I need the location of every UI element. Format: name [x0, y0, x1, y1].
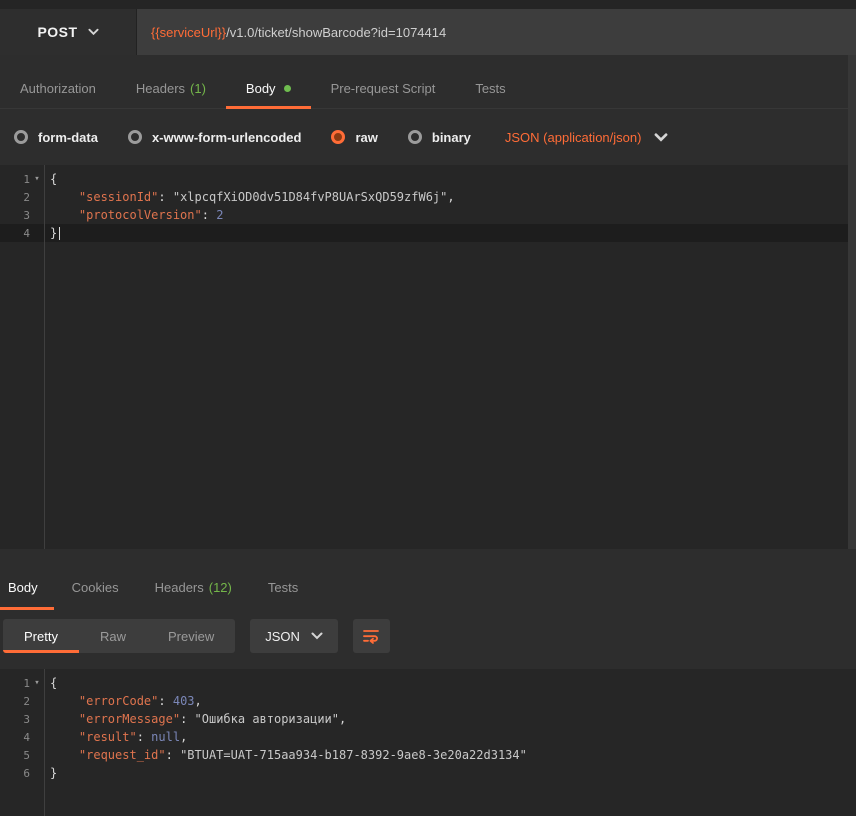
- request-tabs: Authorization Headers (1) Body Pre-reques…: [0, 69, 856, 109]
- radio-label: form-data: [38, 129, 98, 145]
- radio-form-data[interactable]: form-data: [14, 130, 98, 145]
- tab-label: Pre-request Script: [330, 81, 436, 96]
- code-line: "result": null,: [78, 730, 188, 744]
- wrap-text-icon: [363, 629, 380, 644]
- preview-button[interactable]: Preview: [147, 619, 235, 653]
- tab-response-body[interactable]: Body: [0, 565, 54, 610]
- radio-label: raw: [355, 129, 378, 145]
- request-panel-scrollbar[interactable]: [848, 55, 856, 549]
- language-label: JSON: [265, 628, 300, 644]
- editor-gutter: 1 ▾ 2 3 4 5 6: [0, 669, 45, 816]
- code-line: {: [50, 676, 58, 690]
- line-number: 5: [23, 748, 30, 762]
- raw-button[interactable]: Raw: [79, 619, 147, 653]
- radio-binary[interactable]: binary: [407, 129, 471, 145]
- content-type-label: JSON (application/json): [504, 129, 642, 145]
- tab-label: Tests: [475, 81, 506, 96]
- radio-selected-icon: [331, 130, 346, 144]
- radio-icon: [407, 130, 422, 144]
- window-top-edge: [0, 0, 856, 9]
- line-number: 3: [23, 712, 30, 726]
- response-tabs: Body Cookies Headers (12) Tests: [0, 565, 856, 610]
- code-line: }: [45, 224, 856, 242]
- line-number: 2: [23, 694, 30, 708]
- line-number: 6: [23, 766, 30, 780]
- line-number: 1 ▾: [0, 674, 44, 692]
- tab-headers[interactable]: Headers (1): [116, 69, 226, 108]
- response-view-controls: Pretty Raw Preview JSON: [3, 619, 856, 653]
- tab-response-headers[interactable]: Headers (12): [137, 565, 250, 609]
- request-body-editor[interactable]: 1 ▾ 2 3 4 { "sessionId": "xlpcqfXiOD0dv51D84…: [0, 165, 856, 549]
- request-url-bar: POST {{serviceUrl}}/v1.0/ticket/showBarc…: [0, 9, 856, 55]
- button-label: Pretty: [24, 628, 58, 644]
- tab-label: Tests: [267, 579, 299, 595]
- line-number: 1 ▾: [0, 170, 44, 188]
- url-input[interactable]: {{serviceUrl}}/v1.0/ticket/showBarcode?i…: [137, 9, 856, 55]
- radio-label: binary: [431, 129, 471, 145]
- tab-label: Authorization: [20, 81, 96, 96]
- response-headers-count-badge: (12): [208, 579, 232, 595]
- tab-body[interactable]: Body: [225, 69, 311, 109]
- body-active-dot-icon: [283, 85, 291, 92]
- radio-raw[interactable]: raw: [331, 129, 378, 145]
- radio-icon: [14, 130, 28, 144]
- radio-icon: [127, 130, 142, 144]
- tab-label: Body: [8, 579, 38, 595]
- code-line: "request_id": "BTUAT=UAT-715aa934-b187-8…: [78, 748, 527, 762]
- tab-response-cookies[interactable]: Cookies: [54, 565, 137, 609]
- button-label: Raw: [99, 628, 126, 644]
- line-number: 2: [23, 190, 30, 204]
- radio-x-www-form-urlencoded[interactable]: x-www-form-urlencoded: [127, 129, 302, 145]
- code-line: "errorMessage": "Ошибка авторизации",: [78, 712, 347, 726]
- content-type-dropdown[interactable]: JSON (application/json): [505, 130, 669, 145]
- headers-count-badge: (1): [190, 81, 206, 96]
- button-label: Preview: [167, 628, 215, 644]
- radio-label: x-www-form-urlencoded: [151, 129, 302, 145]
- response-language-dropdown[interactable]: JSON: [250, 619, 338, 653]
- chevron-down-icon: [88, 28, 99, 36]
- method-label: POST: [37, 24, 78, 40]
- method-select[interactable]: POST: [0, 9, 137, 55]
- tab-response-tests[interactable]: Tests: [250, 565, 316, 609]
- line-number: 4: [0, 224, 44, 242]
- tab-label: Body: [245, 81, 276, 96]
- fold-caret-icon[interactable]: ▾: [30, 174, 44, 184]
- tab-tests[interactable]: Tests: [455, 69, 525, 108]
- tab-label: Cookies: [71, 579, 119, 595]
- url-environment-variable: {{serviceUrl}}: [151, 24, 227, 40]
- pretty-button[interactable]: Pretty: [3, 619, 79, 653]
- tab-label: Headers: [154, 579, 204, 595]
- editor-code-area: { "errorCode": 403, "errorMessage": "Оши…: [45, 669, 856, 816]
- chevron-down-icon: [655, 132, 668, 142]
- response-body-editor[interactable]: 1 ▾ 2 3 4 5 6 { "errorCode": 403, "errorMessag…: [0, 669, 856, 816]
- wrap-text-button[interactable]: [352, 619, 390, 653]
- tab-authorization[interactable]: Authorization: [0, 69, 116, 108]
- chevron-down-icon: [311, 632, 323, 640]
- line-number: 3: [23, 208, 30, 222]
- code-line: "protocolVersion": 2: [78, 208, 224, 222]
- body-type-row: form-data x-www-form-urlencoded raw bina…: [0, 109, 856, 165]
- fold-caret-icon[interactable]: ▾: [30, 678, 44, 688]
- code-line: "sessionId": "xlpcqfXiOD0dv51D84fvP8UArS…: [78, 190, 455, 204]
- url-path: /v1.0/ticket/showBarcode?id=1074414: [226, 24, 447, 40]
- code-line: {: [50, 172, 58, 186]
- editor-gutter: 1 ▾ 2 3 4: [0, 165, 45, 549]
- line-number: 4: [23, 730, 30, 744]
- code-line: }: [50, 766, 58, 780]
- tab-label: Headers: [135, 81, 186, 96]
- code-line: "errorCode": 403,: [78, 694, 202, 708]
- editor-code-area: { "sessionId": "xlpcqfXiOD0dv51D84fvP8UA…: [45, 165, 856, 549]
- tab-pre-request-script[interactable]: Pre-request Script: [311, 69, 456, 108]
- view-mode-group: Pretty Raw Preview: [3, 619, 236, 653]
- postman-app: POST {{serviceUrl}}/v1.0/ticket/showBarc…: [0, 0, 856, 816]
- text-cursor: [59, 227, 61, 240]
